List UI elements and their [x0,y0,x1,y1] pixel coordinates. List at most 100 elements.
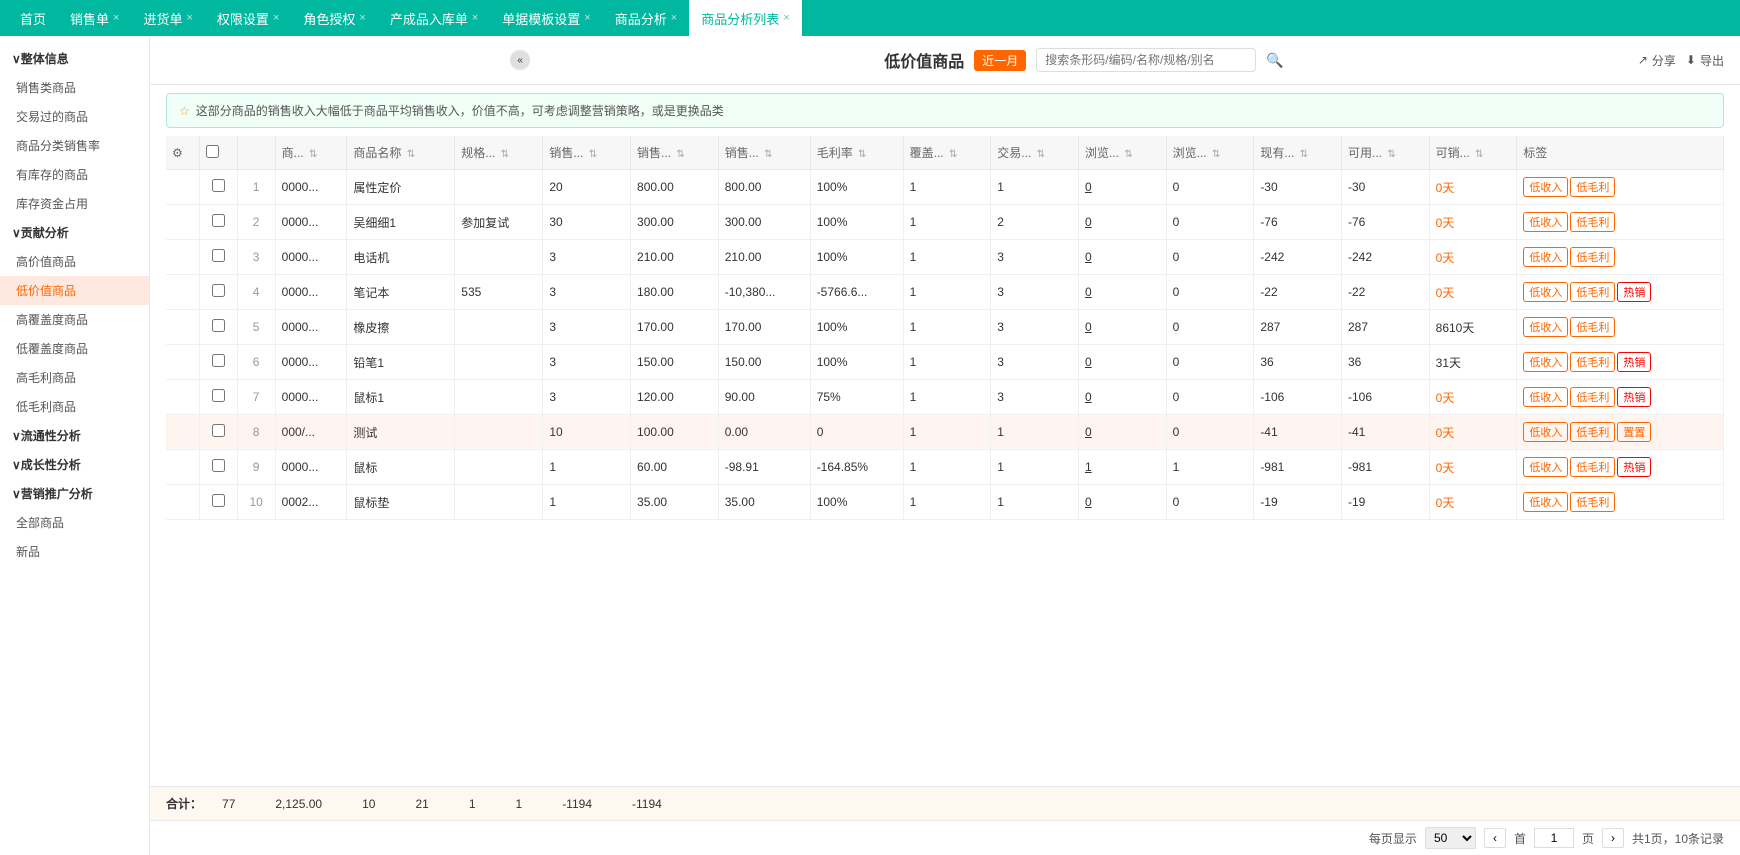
cell-coverage: 1 [903,240,991,275]
views-link[interactable]: 0 [1085,495,1092,509]
select-all-checkbox[interactable] [206,145,219,158]
col-sales-amount[interactable]: 销售... ⇅ [631,136,719,170]
close-icon[interactable]: × [273,12,279,24]
col-code[interactable]: 商... ⇅ [275,136,347,170]
row-checkbox[interactable] [212,459,225,472]
nav-roles[interactable]: 角色授权 × [291,0,377,36]
nav-analysis-list[interactable]: 商品分析列表 × [689,0,801,36]
cell-sellable: 0天 [1429,415,1517,450]
nav-inbound[interactable]: 产成品入库单 × [378,0,490,36]
sidebar-item-low-value[interactable]: 低价值商品 [0,276,149,305]
product-tag: 低收入 [1523,212,1568,232]
sidebar-item-high-margin[interactable]: 高毛利商品 [0,363,149,392]
export-button[interactable]: ⬇ 导出 [1686,52,1724,69]
cell-views1: 0 [1078,275,1166,310]
col-views2[interactable]: 浏览... ⇅ [1166,136,1254,170]
row-checkbox[interactable] [212,494,225,507]
product-tag: 低收入 [1523,492,1568,512]
views-link[interactable]: 0 [1085,180,1092,194]
col-spec[interactable]: 规格... ⇅ [455,136,543,170]
col-settings[interactable]: ⚙ [166,136,200,170]
sidebar-collapse-button[interactable]: « [510,50,530,70]
time-filter-tag[interactable]: 近一月 [974,50,1026,71]
row-checkbox[interactable] [212,214,225,227]
cell-gross-rate: 100% [810,240,903,275]
sidebar-item-in-stock[interactable]: 有库存的商品 [0,160,149,189]
sidebar-item-high-value[interactable]: 高价值商品 [0,247,149,276]
next-page-button[interactable]: › [1602,828,1624,848]
nav-permissions[interactable]: 权限设置 × [205,0,291,36]
cell-gross-rate: 100% [810,310,903,345]
nav-sales[interactable]: 销售单 × [58,0,131,36]
nav-home[interactable]: 首页 [8,0,58,36]
close-icon[interactable]: × [186,12,192,24]
col-current[interactable]: 现有... ⇅ [1254,136,1342,170]
sidebar-group-title-overall[interactable]: ∨ 整体信息 [0,44,149,73]
views-link[interactable]: 1 [1085,460,1092,474]
sidebar-item-traded[interactable]: 交易过的商品 [0,102,149,131]
close-icon[interactable]: × [472,12,478,24]
nav-template[interactable]: 单据模板设置 × [490,0,602,36]
cell-settings [166,275,200,310]
sidebar-item-high-coverage[interactable]: 高覆盖度商品 [0,305,149,334]
col-sales-price[interactable]: 销售... ⇅ [718,136,810,170]
nav-purchase[interactable]: 进货单 × [131,0,204,36]
col-name[interactable]: 商品名称 ⇅ [347,136,455,170]
row-checkbox[interactable] [212,424,225,437]
cell-coverage: 1 [903,275,991,310]
sidebar-group-title-marketing[interactable]: ∨ 营销推广分析 [0,479,149,508]
first-page-button[interactable]: ‹ [1484,828,1506,848]
views-link[interactable]: 0 [1085,215,1092,229]
nav-analysis[interactable]: 商品分析 × [603,0,689,36]
col-sellable[interactable]: 可销... ⇅ [1429,136,1517,170]
close-icon[interactable]: × [783,12,789,24]
col-gross-rate[interactable]: 毛利率 ⇅ [810,136,903,170]
cell-settings [166,485,200,520]
col-sales-qty[interactable]: 销售... ⇅ [543,136,631,170]
row-checkbox[interactable] [212,284,225,297]
sidebar-item-new-products[interactable]: 新品 [0,537,149,566]
table-wrapper: ⚙ 商... ⇅ 商品名称 ⇅ 规格... ⇅ 销售... ⇅ 销售... ⇅ … [150,136,1740,786]
col-available[interactable]: 可用... ⇅ [1341,136,1429,170]
cell-sales-qty: 3 [543,380,631,415]
sidebar-group-title-contribution[interactable]: ∨ 贡献分析 [0,218,149,247]
close-icon[interactable]: × [584,12,590,24]
views-link[interactable]: 0 [1085,390,1092,404]
product-tag: 低毛利 [1570,177,1615,197]
col-transactions[interactable]: 交易... ⇅ [991,136,1079,170]
views-link[interactable]: 0 [1085,250,1092,264]
row-checkbox[interactable] [212,249,225,262]
cell-checkbox [200,275,238,310]
close-icon[interactable]: × [671,12,677,24]
share-button[interactable]: ↗ 分享 [1638,52,1676,69]
close-icon[interactable]: × [113,12,119,24]
views-link[interactable]: 0 [1085,320,1092,334]
row-checkbox[interactable] [212,319,225,332]
col-views1[interactable]: 浏览... ⇅ [1078,136,1166,170]
sidebar-item-capital[interactable]: 库存资金占用 [0,189,149,218]
sidebar-item-all-products[interactable]: 全部商品 [0,508,149,537]
page-number-input[interactable] [1534,828,1574,848]
sidebar-item-category-rate[interactable]: 商品分类销售率 [0,131,149,160]
footer-coverage: 10 [362,797,375,811]
search-input[interactable] [1036,48,1256,72]
search-icon[interactable]: 🔍 [1266,52,1283,69]
close-icon[interactable]: × [359,12,365,24]
views-link[interactable]: 0 [1085,355,1092,369]
sidebar-item-low-margin[interactable]: 低毛利商品 [0,392,149,421]
sidebar-item-low-coverage[interactable]: 低覆盖度商品 [0,334,149,363]
sidebar-group-title-growth[interactable]: ∨ 成长性分析 [0,450,149,479]
row-checkbox[interactable] [212,389,225,402]
sidebar-group-title-circulation[interactable]: ∨ 流通性分析 [0,421,149,450]
cell-views1: 1 [1078,450,1166,485]
views-link[interactable]: 0 [1085,285,1092,299]
cell-name: 铅笔1 [347,345,455,380]
cell-views1: 0 [1078,345,1166,380]
col-coverage[interactable]: 覆盖... ⇅ [903,136,991,170]
cell-transactions: 3 [991,275,1079,310]
views-link[interactable]: 0 [1085,425,1092,439]
row-checkbox[interactable] [212,179,225,192]
row-checkbox[interactable] [212,354,225,367]
per-page-select[interactable]: 50 20 100 [1425,827,1476,849]
sidebar-item-sales-products[interactable]: 销售类商品 [0,73,149,102]
